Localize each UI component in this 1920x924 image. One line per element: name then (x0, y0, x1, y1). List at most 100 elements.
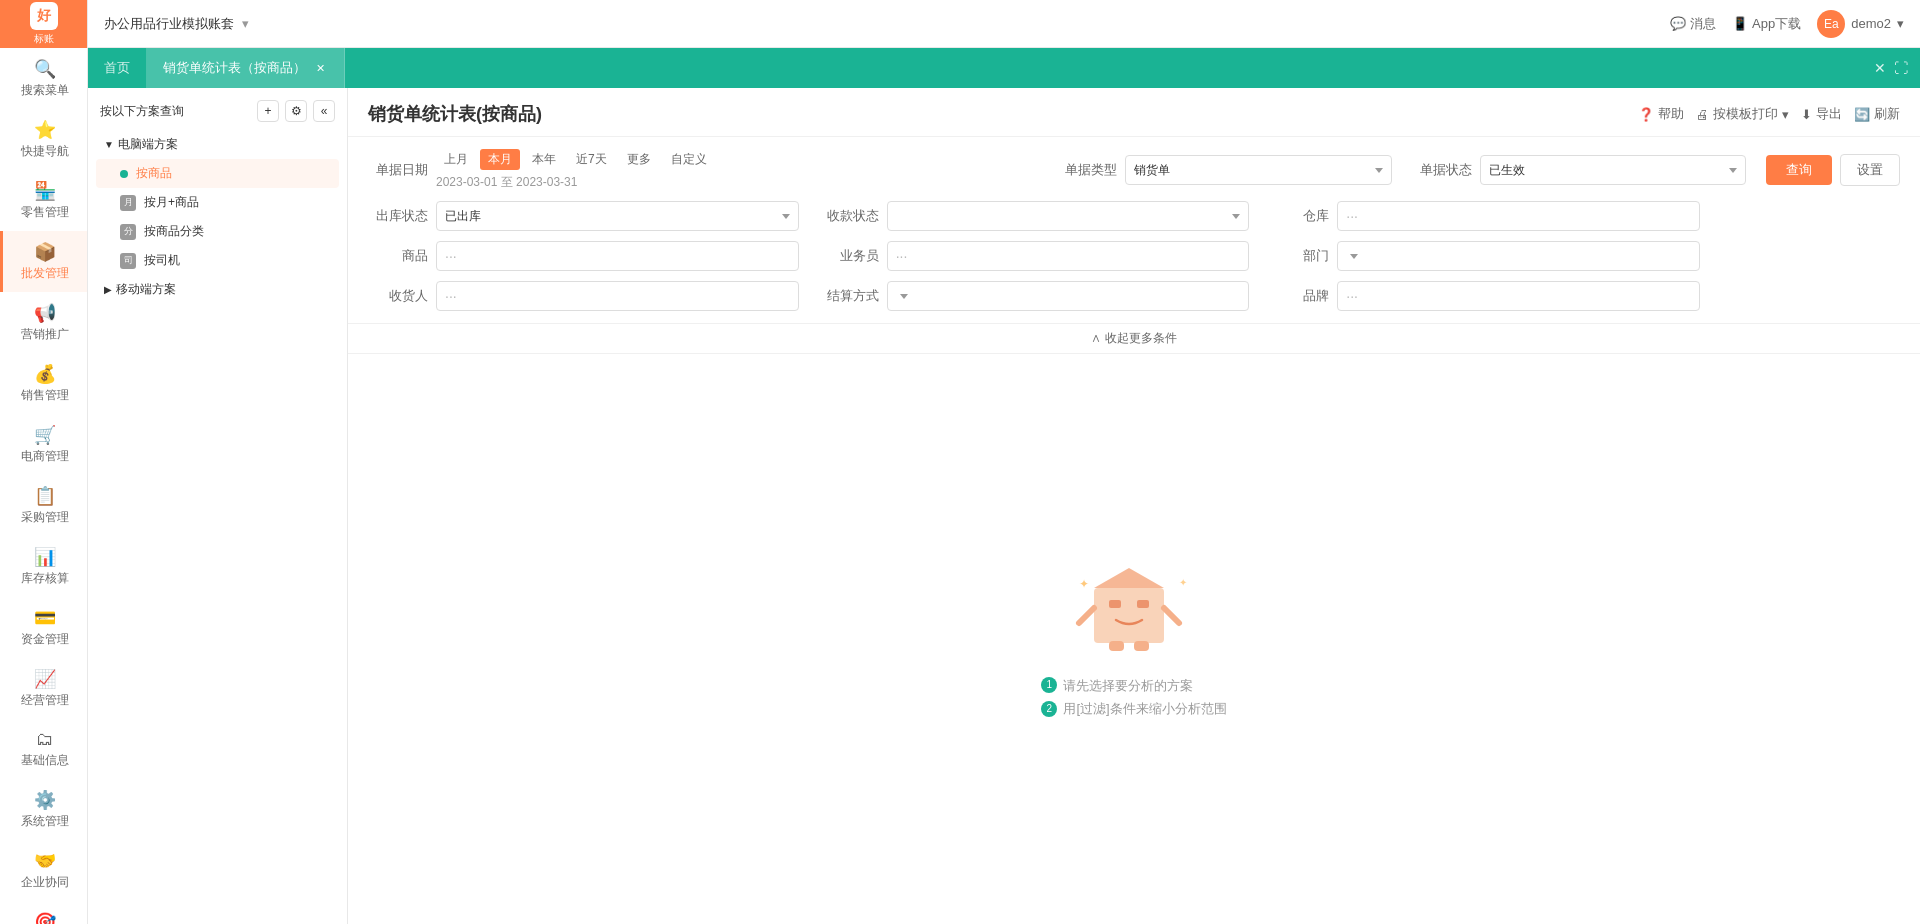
sidebar-item-enterprise[interactable]: 🤝 企业协同 (0, 840, 87, 901)
sidebar-label-sales: 销售管理 (21, 388, 69, 402)
action-buttons: 查询 设置 (1766, 154, 1900, 186)
scheme-group-desktop-header[interactable]: ▼ 电脑端方案 (96, 130, 339, 159)
workspace-dropdown-icon[interactable]: ▾ (242, 16, 249, 31)
tab-close-icon[interactable]: ✕ (312, 60, 328, 76)
filter-row-1: 单据日期 上月 本月 本年 近7天 更多 自定义 2023-03-01 至 20… (368, 149, 1900, 191)
print-button[interactable]: 🖨 按模板打印 ▾ (1696, 105, 1789, 123)
query-button[interactable]: 查询 (1766, 155, 1832, 185)
sidebar-item-marketing[interactable]: 📢 营销推广 (0, 292, 87, 353)
date-tab-7days[interactable]: 近7天 (568, 149, 615, 170)
tab-home[interactable]: 首页 (88, 48, 147, 88)
finance-icon: 💳 (3, 607, 87, 629)
filter-salesman: 业务员 ··· (819, 241, 1250, 271)
settlement-caret (900, 294, 908, 299)
sidebar-item-search[interactable]: 🔍 搜索菜单 (0, 48, 87, 109)
sidebar-label-purchase: 采购管理 (21, 510, 69, 524)
salesman-select[interactable]: ··· (887, 241, 1250, 271)
sidebar-label-finance: 资金管理 (21, 632, 69, 646)
product-label: 商品 (368, 247, 428, 265)
month-product-icon: 月 (120, 195, 136, 211)
tab-sales-stats[interactable]: 销货单统计表（按商品） ✕ (147, 48, 345, 88)
sidebar-item-purchase[interactable]: 📋 采购管理 (0, 475, 87, 536)
consignee-dots: ··· (445, 288, 457, 304)
refresh-button[interactable]: 🔄 刷新 (1854, 105, 1900, 123)
collapse-filter-button[interactable]: ∧ 收起更多条件 (348, 324, 1920, 354)
retail-icon: 🏪 (3, 180, 87, 202)
receipt-status-select[interactable] (887, 201, 1250, 231)
empty-tip-1: 1 请先选择要分析的方案 (1041, 674, 1226, 697)
svg-rect-1 (1109, 600, 1121, 608)
sidebar-item-operations[interactable]: 📈 经营管理 (0, 658, 87, 719)
date-tab-this-month[interactable]: 本月 (480, 149, 520, 170)
date-tab-custom[interactable]: 自定义 (663, 149, 715, 170)
svg-rect-6 (1134, 641, 1149, 651)
date-tab-this-year[interactable]: 本年 (524, 149, 564, 170)
sidebar-item-sales[interactable]: 💰 销售管理 (0, 353, 87, 414)
scheme-item-by-product-category[interactable]: 分 按商品分类 (96, 217, 339, 246)
refresh-icon: 🔄 (1854, 107, 1870, 122)
filter-consignee: 收货人 ··· (368, 281, 799, 311)
date-tab-more[interactable]: 更多 (619, 149, 659, 170)
scheme-panel: 按以下方案查询 + ⚙ « ▼ 电脑端方案 (88, 88, 348, 924)
sidebar-label-wholesale: 批发管理 (21, 266, 69, 280)
department-select[interactable] (1337, 241, 1700, 271)
scheme-item-by-cashier-label: 按司机 (144, 252, 180, 269)
consignee-select[interactable]: ··· (436, 281, 799, 311)
scheme-collapse-button[interactable]: « (313, 100, 335, 122)
help-button[interactable]: ❓ 帮助 (1638, 105, 1684, 123)
warehouse-select[interactable]: ··· (1337, 201, 1700, 231)
sidebar-item-system[interactable]: ⚙️ 系统管理 (0, 779, 87, 840)
product-select[interactable]: ··· (436, 241, 799, 271)
sidebar: 好 标账 🔍 搜索菜单 ⭐ 快捷导航 🏪 零售管理 📦 批发管理 📢 营销推广 … (0, 0, 88, 924)
out-status-value: 已出库 (445, 208, 481, 225)
filter-row-4: 收货人 ··· 结算方式 品牌 ··· (368, 281, 1900, 311)
sidebar-item-basic[interactable]: 🗂 基础信息 (0, 719, 87, 779)
svg-text:✦: ✦ (1079, 577, 1089, 591)
sidebar-item-wholesale[interactable]: 📦 批发管理 (0, 231, 87, 292)
doc-status-select[interactable]: 已生效 (1480, 155, 1747, 185)
sidebar-item-guide[interactable]: 🎯 新手引导 (0, 901, 87, 924)
filter-row-3: 商品 ··· 业务员 ··· 部门 (368, 241, 1900, 271)
message-button[interactable]: 💬 消息 (1670, 15, 1716, 33)
tab-expand-icon[interactable]: ⛶ (1894, 60, 1908, 76)
setting-button[interactable]: 设置 (1840, 154, 1900, 186)
topbar-left: 办公用品行业模拟账套 ▾ (104, 15, 249, 33)
inventory-icon: 📊 (3, 546, 87, 568)
sidebar-label-basic: 基础信息 (21, 753, 69, 767)
sidebar-item-finance[interactable]: 💳 资金管理 (0, 597, 87, 658)
scheme-item-by-product[interactable]: 按商品 (96, 159, 339, 188)
export-icon: ⬇ (1801, 107, 1812, 122)
active-dot-icon (120, 170, 128, 178)
date-tab-last-month[interactable]: 上月 (436, 149, 476, 170)
app-download-button[interactable]: 📱 App下载 (1732, 15, 1801, 33)
doc-status-value: 已生效 (1489, 162, 1525, 179)
sidebar-item-inventory[interactable]: 📊 库存核算 (0, 536, 87, 597)
scheme-panel-header: 按以下方案查询 + ⚙ « (88, 88, 347, 130)
sidebar-item-quick-nav[interactable]: ⭐ 快捷导航 (0, 109, 87, 170)
tab-close-all-icon[interactable]: ✕ (1874, 60, 1886, 76)
brand-dots: ··· (1346, 288, 1358, 304)
scheme-settings-button[interactable]: ⚙ (285, 100, 307, 122)
user-menu[interactable]: Ea demo2 ▾ (1817, 10, 1904, 38)
warehouse-label: 仓库 (1269, 207, 1329, 225)
brand-select[interactable]: ··· (1337, 281, 1700, 311)
export-button[interactable]: ⬇ 导出 (1801, 105, 1842, 123)
out-status-caret-icon (782, 214, 790, 219)
scheme-item-by-cashier[interactable]: 司 按司机 (96, 246, 339, 275)
product-category-icon: 分 (120, 224, 136, 240)
doc-type-label: 单据类型 (1057, 161, 1117, 179)
doc-status-label: 单据状态 (1412, 161, 1472, 179)
sales-icon: 💰 (3, 363, 87, 385)
sidebar-item-ecommerce[interactable]: 🛒 电商管理 (0, 414, 87, 475)
svg-line-4 (1164, 608, 1179, 623)
sidebar-label-quicknav: 快捷导航 (21, 144, 69, 158)
scheme-group-mobile-header[interactable]: ▶ 移动端方案 (96, 275, 339, 304)
out-status-select[interactable]: 已出库 (436, 201, 799, 231)
scheme-add-button[interactable]: + (257, 100, 279, 122)
filter-brand: 品牌 ··· (1269, 281, 1700, 311)
settlement-select[interactable] (887, 281, 1250, 311)
sidebar-item-retail[interactable]: 🏪 零售管理 (0, 170, 87, 231)
scheme-item-by-month-product[interactable]: 月 按月+商品 (96, 188, 339, 217)
message-icon: 💬 (1670, 16, 1686, 31)
doc-type-select[interactable]: 销货单 (1125, 155, 1392, 185)
